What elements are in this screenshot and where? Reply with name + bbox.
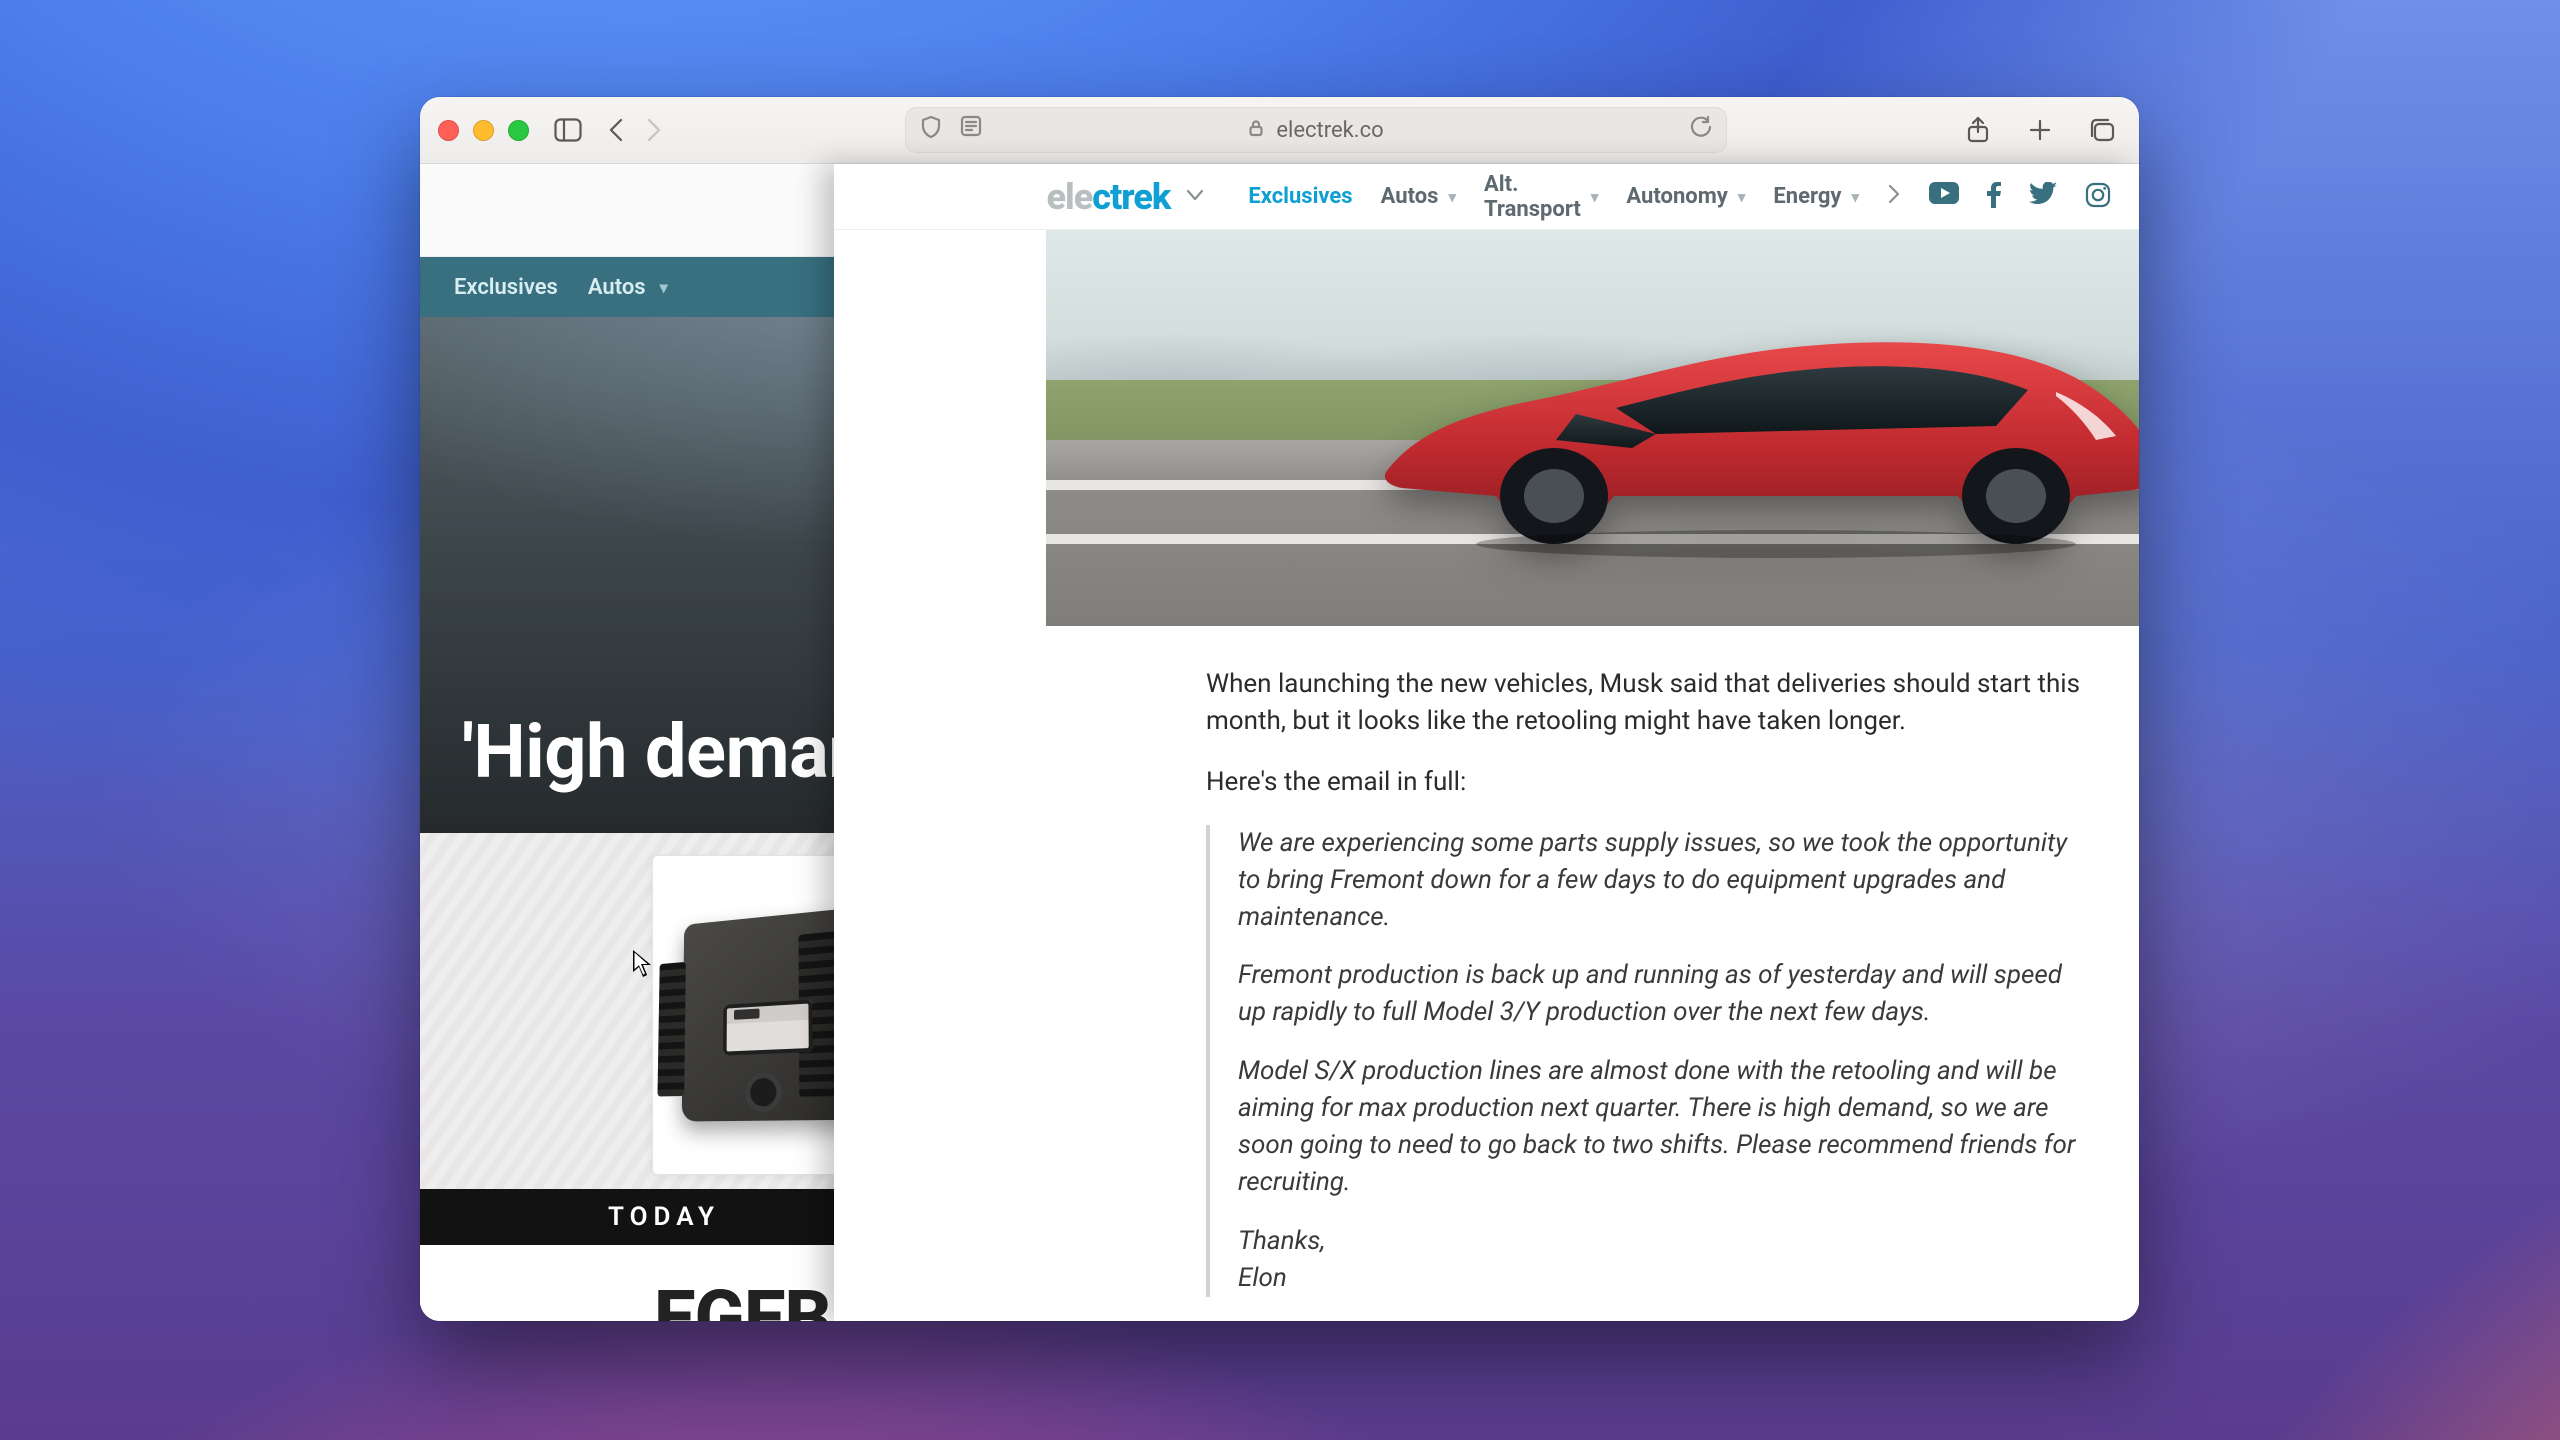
lock-icon — [1248, 119, 1264, 142]
toolbar-right — [1959, 111, 2121, 149]
back-button[interactable] — [597, 111, 635, 149]
nav-alt-transport[interactable]: Alt. Transport▾ — [1484, 172, 1598, 222]
reload-icon[interactable] — [1690, 116, 1712, 144]
window-controls — [438, 120, 529, 141]
chevron-down-icon: ▾ — [660, 278, 668, 297]
forward-button[interactable] — [635, 111, 673, 149]
safari-toolbar: electrek.co — [420, 97, 2139, 164]
car-illustration — [1356, 282, 2139, 562]
nav-autos-back[interactable]: Autos — [588, 275, 646, 300]
privacy-report-icon[interactable] — [920, 115, 942, 145]
nav-exclusives-back[interactable]: Exclusives — [454, 275, 558, 300]
facebook-icon[interactable] — [1987, 182, 2001, 212]
address-url: electrek.co — [1276, 118, 1383, 143]
close-window-button[interactable] — [438, 120, 459, 141]
maximize-window-button[interactable] — [508, 120, 529, 141]
address-left-tools — [920, 115, 982, 145]
device-illustration — [682, 908, 858, 1122]
nav-exclusives[interactable]: Exclusives — [1248, 184, 1352, 209]
tab-overview-button[interactable] — [2083, 111, 2121, 149]
nav-energy[interactable]: Energy▾ — [1773, 184, 1859, 209]
site-logo[interactable]: electrek — [1046, 176, 1204, 218]
current-page: electrek Exclusives Autos▾ Alt. Transpor… — [834, 164, 2139, 1321]
twitter-icon[interactable] — [2029, 182, 2057, 212]
mouse-cursor-icon — [632, 949, 654, 979]
site-header: electrek Exclusives Autos▾ Alt. Transpor… — [834, 164, 2139, 230]
nav-autonomy[interactable]: Autonomy▾ — [1626, 184, 1745, 209]
site-nav: Exclusives Autos▾ Alt. Transport▾ Autono… — [1248, 172, 1901, 222]
social-icons — [1929, 182, 2111, 212]
address-bar-wrap: electrek.co — [713, 107, 1919, 153]
article-body: When launching the new vehicles, Musk sa… — [1046, 626, 2139, 1321]
quote-sign: Thanks,Elon — [1238, 1223, 2087, 1297]
left-gutter — [834, 230, 1046, 1321]
quote-paragraph: Model S/X production lines are almost do… — [1238, 1053, 2087, 1201]
youtube-icon[interactable] — [1929, 182, 1959, 212]
safari-window: electrek.co electrek — [420, 97, 2139, 1321]
article-hero-image — [1046, 230, 2139, 626]
nav-autos[interactable]: Autos▾ — [1381, 184, 1456, 209]
quote-paragraph: Fremont production is back up and runnin… — [1238, 957, 2087, 1031]
email-quote: We are experiencing some parts supply is… — [1206, 825, 2099, 1297]
minimize-window-button[interactable] — [473, 120, 494, 141]
nav-scroll-right-icon[interactable] — [1887, 184, 1901, 210]
article-paragraph: Here's the email in full: — [1206, 764, 2099, 801]
safari-viewport: electrek Exclusives Autos ▾ 'High demand… — [420, 164, 2139, 1321]
share-button[interactable] — [1959, 111, 1997, 149]
article-body-wrap: When launching the new vehicles, Musk sa… — [1046, 230, 2139, 1321]
address-bar[interactable]: electrek.co — [905, 107, 1727, 153]
article-paragraph: When launching the new vehicles, Musk sa… — [1206, 666, 2099, 740]
quote-paragraph: We are experiencing some parts supply is… — [1238, 825, 2087, 936]
new-tab-button[interactable] — [2021, 111, 2059, 149]
sidebar-toggle-button[interactable] — [549, 111, 587, 149]
reader-mode-icon[interactable] — [960, 115, 982, 145]
instagram-icon[interactable] — [2085, 182, 2111, 212]
chevron-down-icon[interactable] — [1186, 187, 1204, 206]
